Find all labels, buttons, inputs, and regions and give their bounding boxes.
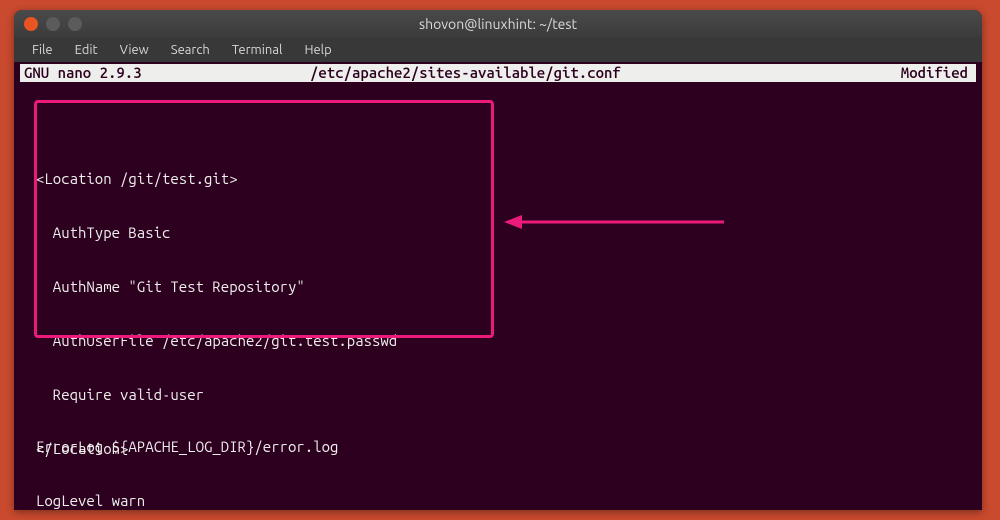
nano-file-path: /etc/apache2/sites-available/git.conf	[310, 64, 866, 82]
close-icon[interactable]	[24, 17, 38, 31]
menu-file[interactable]: File	[22, 41, 63, 59]
menu-terminal[interactable]: Terminal	[222, 41, 293, 59]
menu-edit[interactable]: Edit	[65, 41, 108, 59]
code-line: AuthName "Git Test Repository"	[36, 278, 966, 296]
menubar: File Edit View Search Terminal Help	[14, 38, 982, 62]
titlebar[interactable]: shovon@linuxhint: ~/test	[14, 10, 982, 38]
code-line: <Location /git/test.git>	[36, 170, 966, 188]
code-line: AuthType Basic	[36, 224, 966, 242]
menu-help[interactable]: Help	[294, 41, 341, 59]
window-title: shovon@linuxhint: ~/test	[419, 16, 577, 32]
code-line: ErrorLog ${APACHE_LOG_DIR}/error.log	[36, 438, 431, 456]
maximize-icon[interactable]	[68, 17, 82, 31]
window-controls	[24, 17, 82, 31]
code-line: AuthUserFile /etc/apache2/git.test.passw…	[36, 332, 966, 350]
lower-config: ErrorLog ${APACHE_LOG_DIR}/error.log Log…	[36, 402, 431, 510]
minimize-icon[interactable]	[46, 17, 60, 31]
nano-statusbar: GNU nano 2.9.3 /etc/apache2/sites-availa…	[20, 64, 976, 82]
code-line: LogLevel warn	[36, 492, 431, 510]
terminal-window: shovon@linuxhint: ~/test File Edit View …	[14, 10, 982, 510]
nano-modified-status: Modified	[866, 64, 976, 82]
nano-app-name: GNU nano 2.9.3	[20, 64, 310, 82]
menu-search[interactable]: Search	[161, 41, 220, 59]
terminal-area[interactable]: GNU nano 2.9.3 /etc/apache2/sites-availa…	[14, 64, 982, 510]
menu-view[interactable]: View	[110, 41, 159, 59]
